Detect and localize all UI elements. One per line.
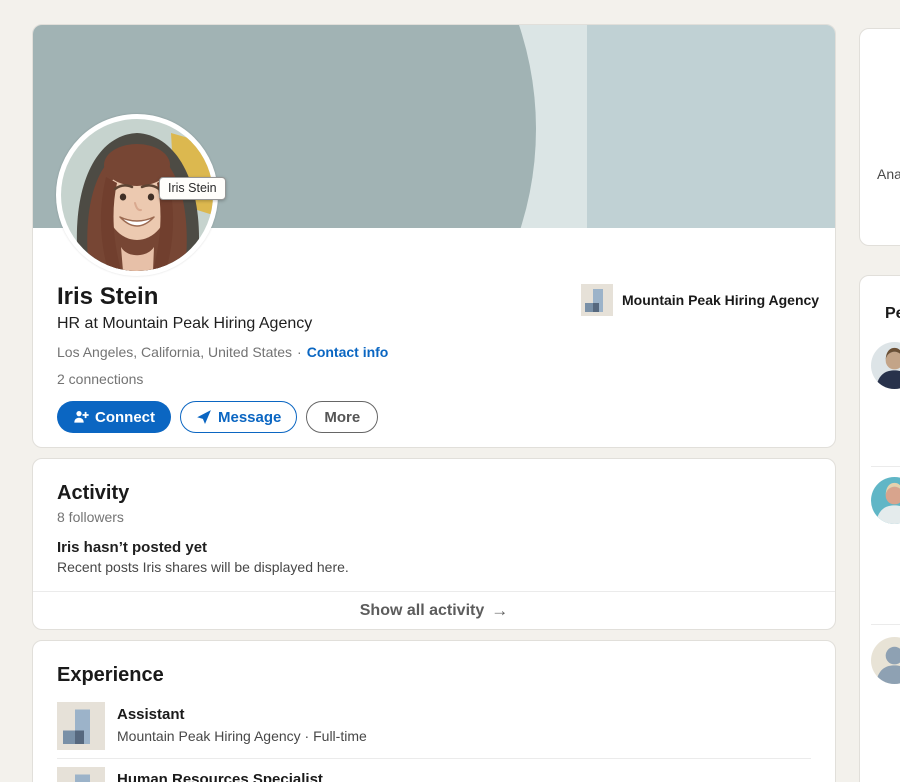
sidebar-top-card: Ana [859, 28, 900, 246]
activity-followers: 8 followers [57, 509, 124, 525]
arrow-right-icon: → [491, 600, 509, 620]
profile-page: Iris Stein Iris Stein HR at Mountain Pea… [0, 0, 900, 782]
sidebar-divider [871, 466, 900, 467]
experience-item-text: Assistant Mountain Peak Hiring Agency · … [117, 702, 367, 746]
experience-company-logo-icon [57, 702, 105, 750]
message-button[interactable]: Message [180, 401, 298, 433]
suggested-profile-avatar[interactable] [871, 637, 900, 684]
experience-item-title: Assistant [117, 706, 185, 723]
suggested-profile-avatar[interactable] [871, 477, 900, 524]
experience-item[interactable]: Human Resources Specialist [57, 767, 811, 782]
connections-link[interactable]: 2 connections [57, 370, 567, 388]
connect-button-label: Connect [95, 408, 155, 426]
experience-card: Experience Assistant Mountain Peak Hirin [32, 640, 836, 782]
message-button-label: Message [218, 408, 282, 426]
contact-info-link[interactable]: Contact info [307, 344, 389, 360]
current-company-link[interactable]: Mountain Peak Hiring Agency [581, 284, 819, 316]
profile-card: Iris Stein Iris Stein HR at Mountain Pea… [32, 24, 836, 448]
suggested-profile-avatar[interactable] [871, 342, 900, 389]
profile-name: Iris Stein [57, 283, 159, 310]
profile-name-tooltip: Iris Stein [159, 177, 226, 200]
main-column: Iris Stein Iris Stein HR at Mountain Pea… [32, 24, 836, 782]
activity-title: Activity [57, 482, 130, 504]
experience-item-title: Human Resources Specialist [117, 771, 323, 782]
connect-button[interactable]: Connect [57, 401, 171, 433]
profile-actions: Connect Message More [57, 401, 567, 433]
location-text: Los Angeles, California, United States [57, 344, 293, 360]
company-name-label: Mountain Peak Hiring Agency [622, 292, 820, 308]
location-separator: · [297, 344, 302, 360]
show-all-activity-button[interactable]: Show all activity → [33, 592, 835, 629]
experience-item-text: Human Resources Specialist [117, 767, 323, 782]
profile-info: Iris Stein HR at Mountain Peak Hiring Ag… [57, 283, 567, 433]
experience-company-logo-icon [57, 767, 105, 782]
experience-item[interactable]: Assistant Mountain Peak Hiring Agency · … [57, 702, 811, 750]
activity-empty-subtitle: Recent posts Iris shares will be display… [57, 559, 349, 575]
profile-headline: HR at Mountain Peak Hiring Agency [57, 315, 313, 332]
experience-divider [57, 758, 811, 759]
company-logo-icon [581, 284, 613, 316]
experience-list: Assistant Mountain Peak Hiring Agency · … [57, 702, 811, 782]
banner-right-panel [587, 25, 835, 228]
people-also-viewed-card: Pe [859, 275, 900, 782]
send-icon [196, 409, 212, 425]
sidebar-divider [871, 624, 900, 625]
more-button[interactable]: More [306, 401, 379, 433]
profile-location-row: Los Angeles, California, United States · C… [57, 343, 567, 361]
activity-empty-title: Iris hasn’t posted yet [57, 539, 208, 556]
people-also-viewed-title: Pe [885, 305, 900, 322]
activity-card: Activity 8 followers Iris hasn’t posted … [32, 458, 836, 630]
show-all-activity-label: Show all activity [359, 601, 485, 619]
experience-title: Experience [57, 664, 164, 686]
more-button-label: More [324, 408, 361, 426]
sidebar-top-card-text: Ana [877, 166, 900, 182]
person-add-icon [73, 409, 89, 425]
experience-item-subtitle: Mountain Peak Hiring Agency · Full-time [117, 728, 367, 744]
